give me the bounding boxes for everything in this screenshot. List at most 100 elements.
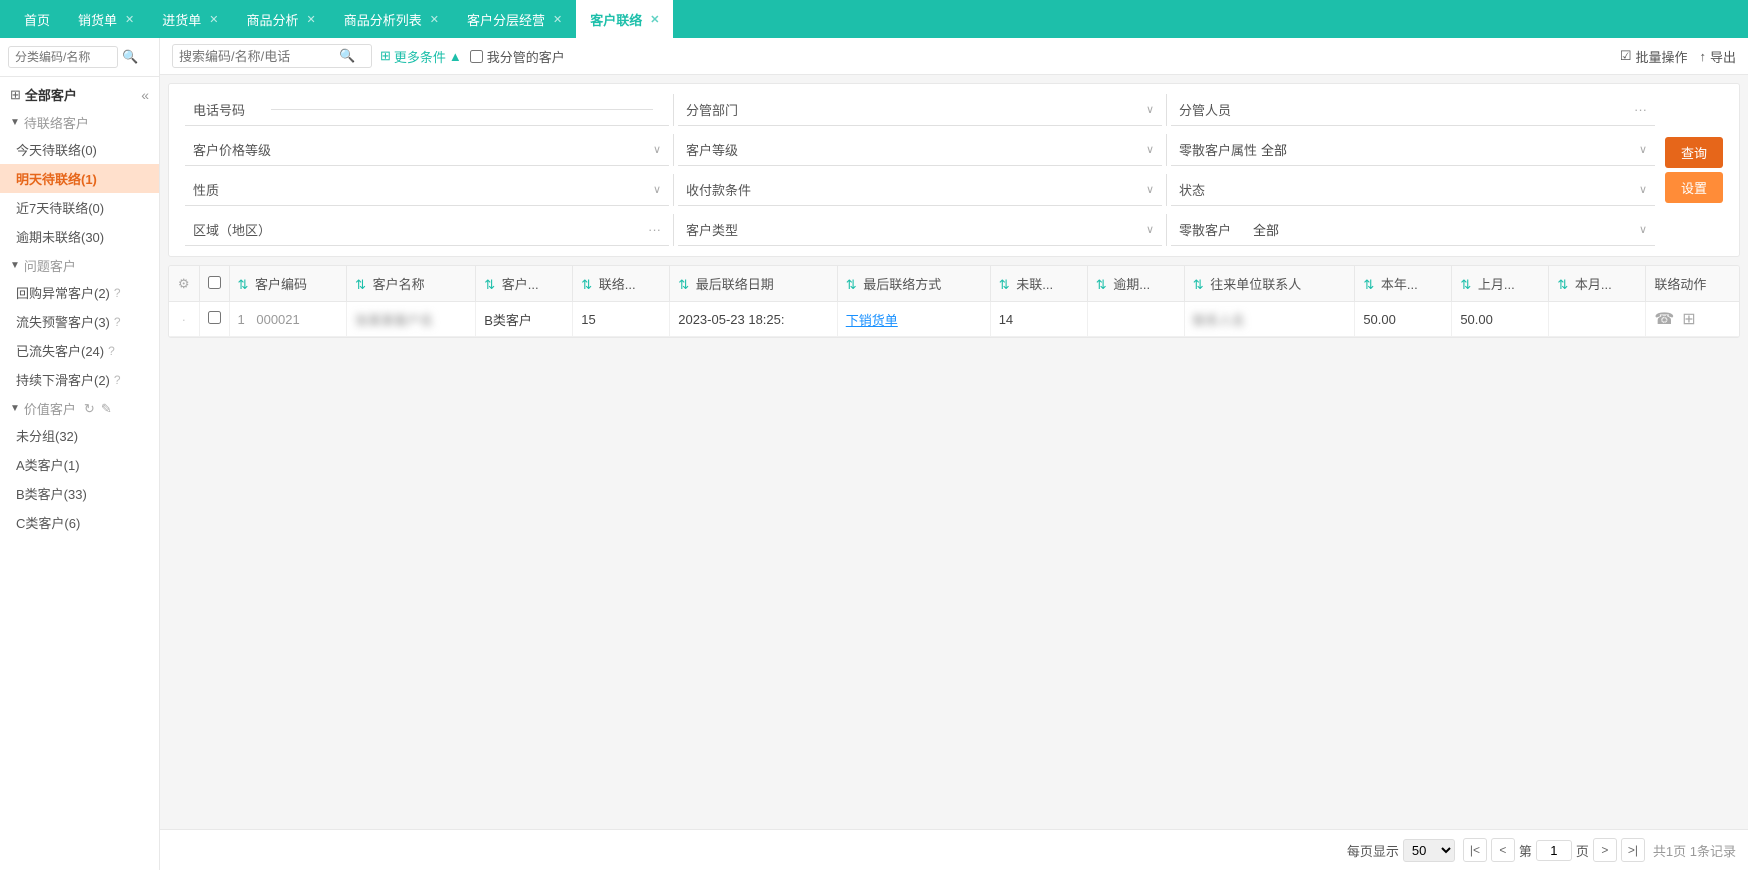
customer-type-select[interactable]: ∨: [955, 223, 1154, 236]
nav-item-analysis-list[interactable]: 商品分析列表 ✕: [330, 0, 453, 38]
settings-button[interactable]: 设置: [1665, 172, 1723, 203]
expand-triangle-icon2: ▼: [10, 260, 20, 271]
sort-icon4[interactable]: ⇅: [581, 277, 592, 292]
edit-icon[interactable]: ✎: [101, 401, 112, 417]
col-this-month: ⇅ 本月...: [1549, 266, 1646, 302]
filter-status: 状态 ∨: [1171, 174, 1655, 206]
filter-row-1: 电话号码 分管部门 ∨ 分管人员: [185, 94, 1655, 126]
sort-icon5[interactable]: ⇅: [678, 277, 689, 292]
help-icon-churn-warning[interactable]: ?: [114, 315, 121, 329]
chevron-down-icon2: ∨: [653, 143, 661, 156]
search-input[interactable]: [179, 49, 339, 64]
sidebar-item-overdue[interactable]: 逾期未联络(30): [0, 222, 159, 251]
customer-table: ⚙ ⇅ 客户编码 ⇅ 客户名称: [168, 265, 1740, 338]
close-analysis-list-icon[interactable]: ✕: [430, 13, 439, 26]
region-dots[interactable]: ···: [648, 222, 661, 237]
sidebar-item-tomorrow[interactable]: 明天待联络(1): [0, 164, 159, 193]
sort-icon10[interactable]: ⇅: [1363, 277, 1374, 292]
nav-item-customer-contact[interactable]: 客户联络 ✕: [576, 0, 673, 38]
filter-nature: 性质 ∨: [185, 174, 669, 206]
problem-customer-group[interactable]: ▼ 问题客户: [0, 251, 159, 278]
close-sales-icon[interactable]: ✕: [125, 13, 134, 26]
last-page-btn[interactable]: >|: [1621, 838, 1645, 862]
sidebar-search-icon[interactable]: 🔍: [122, 49, 138, 65]
query-button[interactable]: 查询: [1665, 137, 1723, 168]
more-filter-btn[interactable]: ⊞ 更多条件 ▲: [380, 47, 462, 66]
nav-item-sales[interactable]: 销货单 ✕: [64, 0, 148, 38]
close-analysis-icon[interactable]: ✕: [307, 13, 316, 26]
sort-icon12[interactable]: ⇅: [1557, 277, 1568, 292]
gear-icon[interactable]: ⚙: [178, 276, 190, 291]
sort-icon8[interactable]: ⇅: [1096, 277, 1107, 292]
sidebar-collapse-btn[interactable]: «: [141, 87, 149, 103]
table-row: · 1 000021 张某某客户名 B类客户: [169, 302, 1739, 337]
price-tier-select[interactable]: ∨: [466, 143, 661, 156]
help-icon-declining[interactable]: ?: [114, 373, 121, 387]
help-icon-repurchase[interactable]: ?: [114, 286, 121, 300]
next-page-btn[interactable]: >: [1593, 838, 1617, 862]
sort-icon6[interactable]: ⇅: [846, 277, 857, 292]
prev-page-btn[interactable]: <: [1491, 838, 1515, 862]
payment-select[interactable]: ∨: [955, 183, 1154, 196]
sidebar-item-churn-warning[interactable]: 流失预警客户(3) ?: [0, 307, 159, 336]
customer-tier-select[interactable]: ∨: [955, 143, 1154, 156]
sort-icon3[interactable]: ⇅: [484, 277, 495, 292]
close-customer-tier-icon[interactable]: ✕: [553, 13, 562, 26]
nav-item-analysis[interactable]: 商品分析 ✕: [232, 0, 329, 38]
sidebar-item-class-b[interactable]: B类客户(33): [0, 479, 159, 508]
all-customers-header[interactable]: ⊞ 全部客户 «: [0, 77, 159, 108]
col-last-method: ⇅ 最后联络方式: [837, 266, 990, 302]
checkbox-icon: ☑: [1620, 48, 1632, 64]
row-this-year: 50.00: [1355, 302, 1452, 337]
status-select[interactable]: ∨: [1448, 183, 1647, 196]
sort-icon11[interactable]: ⇅: [1460, 277, 1471, 292]
col-code: ⇅ 客户编码: [229, 266, 347, 302]
help-icon-churned[interactable]: ?: [108, 344, 115, 358]
nature-select[interactable]: ∨: [462, 183, 661, 196]
batch-op-btn[interactable]: ☑ 批量操作: [1620, 47, 1688, 66]
sidebar-item-7days[interactable]: 近7天待联络(0): [0, 193, 159, 222]
nav-item-home[interactable]: 首页: [10, 0, 64, 38]
select-all-checkbox[interactable]: [208, 276, 221, 289]
col-name: ⇅ 客户名称: [347, 266, 476, 302]
sidebar-item-class-c[interactable]: C类客户(6): [0, 508, 159, 537]
sort-icon2[interactable]: ⇅: [355, 277, 366, 292]
row-checkbox: [199, 302, 229, 337]
refresh-icon[interactable]: ↻: [84, 401, 95, 417]
close-customer-contact-icon[interactable]: ✕: [650, 13, 659, 26]
value-customer-group[interactable]: ▼ 价值客户 ↻ ✎: [0, 394, 159, 421]
export-btn[interactable]: ↑ 导出: [1699, 47, 1736, 66]
nav-item-customer-tier[interactable]: 客户分层经营 ✕: [453, 0, 576, 38]
manager-dots[interactable]: ···: [1634, 102, 1647, 117]
col-last-date: ⇅ 最后联络日期: [670, 266, 838, 302]
gear-col-header: ⚙: [169, 266, 199, 302]
close-purchase-icon[interactable]: ✕: [209, 13, 218, 26]
scatter-attr-select[interactable]: ∨: [1467, 143, 1647, 156]
dept-select[interactable]: ∨: [955, 103, 1154, 116]
sidebar-search-input[interactable]: [8, 46, 118, 68]
phone-action-icon[interactable]: ☎: [1654, 309, 1674, 329]
page-number-input[interactable]: [1536, 840, 1572, 861]
sidebar-search-area: 🔍: [0, 38, 159, 77]
search-icon[interactable]: 🔍: [339, 48, 355, 64]
chevron-down-icon3: ∨: [1146, 143, 1154, 156]
pending-contact-group[interactable]: ▼ 待联络客户: [0, 108, 159, 135]
sidebar-item-churned[interactable]: 已流失客户(24) ?: [0, 336, 159, 365]
sidebar-item-declining[interactable]: 持续下滑客户(2) ?: [0, 365, 159, 394]
sidebar-item-ungrouped[interactable]: 未分组(32): [0, 421, 159, 450]
sidebar-item-class-a[interactable]: A类客户(1): [0, 450, 159, 479]
export-icon: ↑: [1699, 49, 1706, 64]
sort-icon9[interactable]: ⇅: [1193, 277, 1204, 292]
scatter-select[interactable]: ∨: [1463, 223, 1647, 236]
nav-item-purchase[interactable]: 进货单 ✕: [148, 0, 232, 38]
sort-icon7[interactable]: ⇅: [999, 277, 1010, 292]
sidebar-item-today[interactable]: 今天待联络(0): [0, 135, 159, 164]
page-size-select[interactable]: 20 50 100 200: [1403, 839, 1455, 862]
sort-icon[interactable]: ⇅: [238, 277, 249, 292]
row-select-checkbox[interactable]: [208, 311, 221, 324]
first-page-btn[interactable]: |<: [1463, 838, 1487, 862]
filter-row-4: 区域（地区） ··· 客户类型 ∨: [185, 214, 1655, 246]
sidebar-item-repurchase[interactable]: 回购异常客户(2) ?: [0, 278, 159, 307]
my-customers-check[interactable]: [470, 50, 483, 63]
more-action-icon[interactable]: ⊞: [1682, 309, 1695, 329]
